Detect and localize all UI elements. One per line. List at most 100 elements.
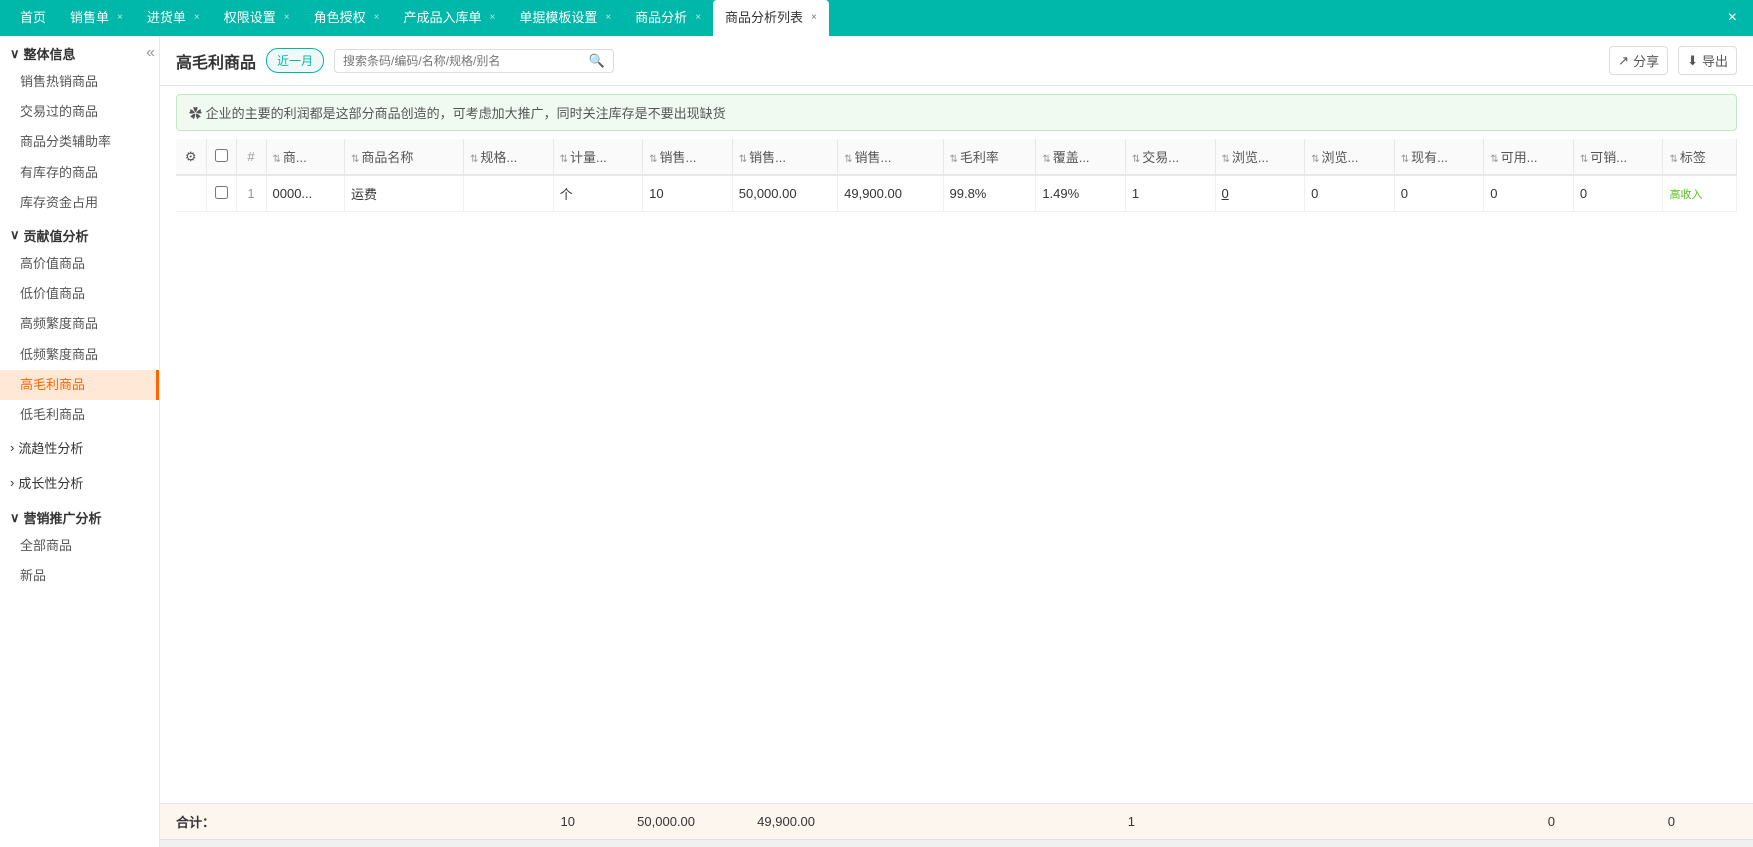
search-icon[interactable]: 🔍 <box>589 53 605 69</box>
export-button[interactable]: ⬇ 导出 <box>1678 46 1737 75</box>
nav-product-analysis-list[interactable]: 商品分析列表 × <box>713 0 829 36</box>
col-sales-amount[interactable]: ⇅销售... <box>732 139 837 175</box>
search-box: 🔍 <box>334 49 614 73</box>
sidebar-item-low-value[interactable]: 低价值商品 <box>0 279 159 309</box>
table-row: 1 0000... 运费 个 10 50,000.00 49,900.00 99… <box>176 175 1737 212</box>
nav-home[interactable]: 首页 <box>8 0 58 36</box>
row-current-stock: 0 <box>1394 175 1484 212</box>
info-bar: ✿ 企业的主要的利润都是这部分商品创造的，可考虑加大推广，同时关注库存是不要出现… <box>176 94 1737 131</box>
chevron-right-icon: › <box>10 440 14 455</box>
row-spec <box>463 175 553 212</box>
col-tag[interactable]: ⇅标签 <box>1663 139 1737 175</box>
close-product-analysis-list[interactable]: × <box>811 0 817 36</box>
sidebar-item-sales-top[interactable]: 销售热销商品 <box>0 67 159 97</box>
close-role-permissions[interactable]: × <box>374 0 380 36</box>
row-available: 0 <box>1484 175 1574 212</box>
col-gross-margin[interactable]: ⇅毛利率 <box>943 139 1036 175</box>
filter-recent-month-button[interactable]: 近一月 <box>266 48 324 73</box>
row-sales-cost: 49,900.00 <box>838 175 943 212</box>
footer-available: 0 <box>1475 814 1555 829</box>
col-transaction[interactable]: ⇅交易... <box>1125 139 1215 175</box>
col-sales-qty[interactable]: ⇅销售... <box>643 139 733 175</box>
table-wrapper[interactable]: ⚙ # ⇅商... ⇅商品名称 ⇅规格... ⇅计量... ⇅销售... ⇅销售… <box>160 139 1753 803</box>
nav-role-permissions[interactable]: 角色授权 × <box>302 0 392 36</box>
row-code: 0000... <box>266 175 344 212</box>
col-settings[interactable]: ⚙ <box>176 139 206 175</box>
col-sales-cost[interactable]: ⇅销售... <box>838 139 943 175</box>
page-title: 高毛利商品 <box>176 49 256 73</box>
table-footer: 合计： 10 50,000.00 49,900.00 1 0 0 <box>160 803 1753 839</box>
col-name[interactable]: ⇅商品名称 <box>344 139 463 175</box>
col-code[interactable]: ⇅商... <box>266 139 344 175</box>
window-close-button[interactable]: × <box>1720 9 1745 27</box>
content-area: 高毛利商品 近一月 🔍 ↗ 分享 ⬇ 导出 ✿ 企业的主要的利润都是这部分商品创… <box>160 36 1753 847</box>
col-saleable[interactable]: ⇅可销... <box>1573 139 1663 175</box>
sidebar-collapse-button[interactable]: « <box>146 44 155 62</box>
row-browse1[interactable]: 0 <box>1215 175 1305 212</box>
select-all-checkbox[interactable] <box>215 149 228 162</box>
row-tag: 高收入 <box>1663 175 1737 212</box>
close-purchase-order[interactable]: × <box>194 0 200 36</box>
share-button[interactable]: ↗ 分享 <box>1609 46 1668 75</box>
nav-product-analysis[interactable]: 商品分析 × <box>623 0 713 36</box>
col-unit[interactable]: ⇅计量... <box>553 139 643 175</box>
footer-sales-amount: 50,000.00 <box>615 814 695 829</box>
nav-product-entry[interactable]: 产成品入库单 × <box>391 0 507 36</box>
col-number: # <box>236 139 266 175</box>
sidebar-item-all-products[interactable]: 全部商品 <box>0 531 159 561</box>
export-icon: ⬇ <box>1687 53 1698 69</box>
top-nav: 首页 销售单 × 进货单 × 权限设置 × 角色授权 × 产成品入库单 × 单据… <box>0 0 1753 36</box>
sidebar: « ∨ 整体信息 销售热销商品 交易过的商品 商品分类辅助率 有库存的商品 库存… <box>0 36 160 847</box>
col-coverage[interactable]: ⇅覆盖... <box>1036 139 1126 175</box>
sidebar-group-wealth[interactable]: ∨ 贡献值分析 <box>0 218 159 249</box>
row-coverage: 1.49% <box>1036 175 1126 212</box>
col-spec[interactable]: ⇅规格... <box>463 139 553 175</box>
row-gross-margin: 99.8% <box>943 175 1036 212</box>
row-number: 1 <box>236 175 266 212</box>
sidebar-item-low-margin[interactable]: 低毛利商品 <box>0 400 159 430</box>
row-sales-qty: 10 <box>643 175 733 212</box>
content-header: 高毛利商品 近一月 🔍 ↗ 分享 ⬇ 导出 <box>160 36 1753 86</box>
sidebar-item-traded[interactable]: 交易过的商品 <box>0 97 159 127</box>
info-text: ✿ 企业的主要的利润都是这部分商品创造的，可考虑加大推广，同时关注库存是不要出现… <box>189 103 726 122</box>
footer-label: 合计： <box>176 812 215 831</box>
close-product-entry[interactable]: × <box>489 0 495 36</box>
sidebar-item-stock-capital[interactable]: 库存资金占用 <box>0 188 159 218</box>
row-unit: 个 <box>553 175 643 212</box>
sidebar-item-has-stock[interactable]: 有库存的商品 <box>0 158 159 188</box>
row-checkbox[interactable] <box>206 175 236 212</box>
sidebar-group-trend[interactable]: › 流趋性分析 <box>0 430 159 465</box>
bottom-scrollbar[interactable] <box>160 839 1753 847</box>
col-checkbox <box>206 139 236 175</box>
sidebar-item-high-value[interactable]: 高价值商品 <box>0 249 159 279</box>
sidebar-item-high-freq[interactable]: 高频繁度商品 <box>0 309 159 339</box>
col-available[interactable]: ⇅可用... <box>1484 139 1574 175</box>
sidebar-group-growth[interactable]: › 成长性分析 <box>0 465 159 500</box>
row-settings <box>176 175 206 212</box>
nav-sales-order[interactable]: 销售单 × <box>58 0 135 36</box>
col-browse1[interactable]: ⇅浏览... <box>1215 139 1305 175</box>
table-header-row: ⚙ # ⇅商... ⇅商品名称 ⇅规格... ⇅计量... ⇅销售... ⇅销售… <box>176 139 1737 175</box>
share-icon: ↗ <box>1618 53 1629 69</box>
sidebar-item-high-margin[interactable]: 高毛利商品 <box>0 370 159 400</box>
nav-purchase-order[interactable]: 进货单 × <box>135 0 212 36</box>
col-current-stock[interactable]: ⇅现有... <box>1394 139 1484 175</box>
sidebar-item-new-products[interactable]: 新品 <box>0 561 159 591</box>
sidebar-group-overall[interactable]: ∨ 整体信息 <box>0 36 159 67</box>
nav-template-settings[interactable]: 单据模板设置 × <box>507 0 623 36</box>
chevron-down-icon: ∨ <box>10 46 20 62</box>
sidebar-item-low-freq[interactable]: 低频繁度商品 <box>0 340 159 370</box>
col-browse2[interactable]: ⇅浏览... <box>1305 139 1395 175</box>
chevron-down-icon2: ∨ <box>10 227 20 243</box>
sidebar-item-analysis-assist[interactable]: 商品分类辅助率 <box>0 127 159 157</box>
sidebar-group-marketing[interactable]: ∨ 营销推广分析 <box>0 500 159 531</box>
close-sales-order[interactable]: × <box>117 0 123 36</box>
close-product-analysis[interactable]: × <box>695 0 701 36</box>
chevron-down-icon3: ∨ <box>10 510 20 526</box>
chevron-right-icon2: › <box>10 475 14 490</box>
nav-permissions[interactable]: 权限设置 × <box>212 0 302 36</box>
header-actions: ↗ 分享 ⬇ 导出 <box>1609 46 1737 75</box>
close-permissions[interactable]: × <box>284 0 290 36</box>
close-template-settings[interactable]: × <box>605 0 611 36</box>
search-input[interactable] <box>343 54 583 68</box>
